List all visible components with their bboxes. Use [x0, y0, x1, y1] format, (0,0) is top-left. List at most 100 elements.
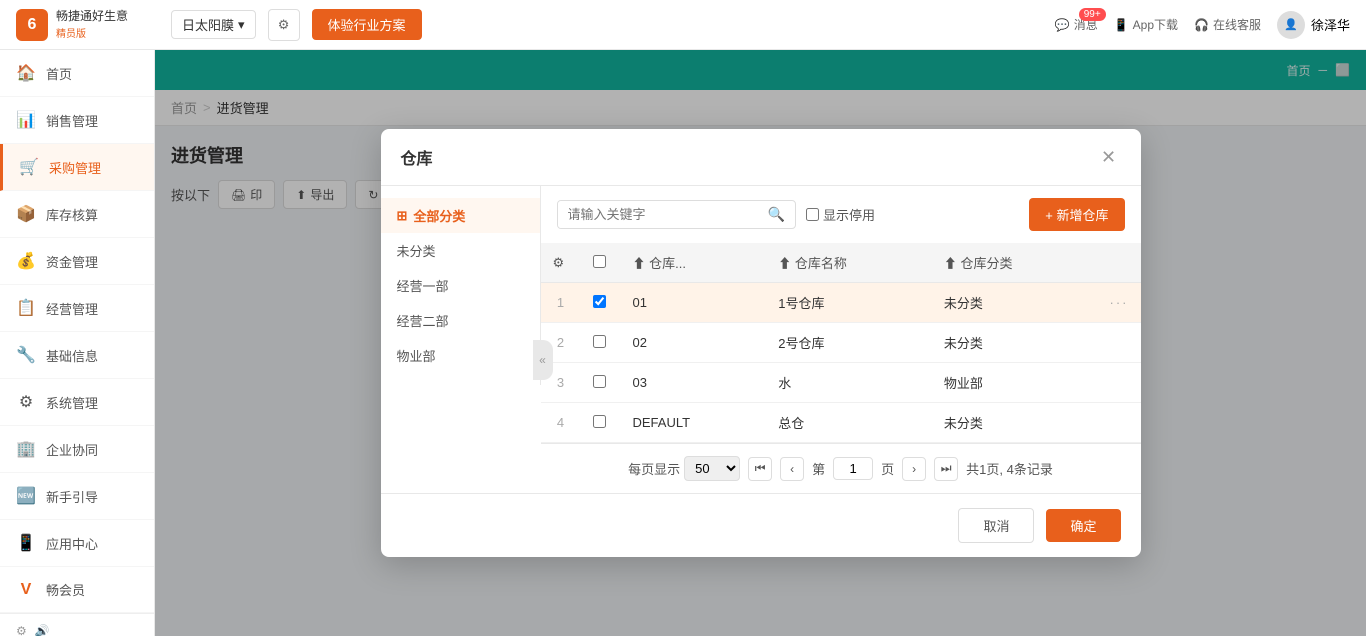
row-checkbox-cell [581, 403, 621, 443]
row-name: 总仓 [766, 403, 932, 443]
row-code: 02 [621, 323, 767, 363]
sidebar-item-enterprise[interactable]: 🏢 企业协同 [0, 426, 154, 473]
message-icon: 💬 [1055, 18, 1070, 32]
last-page-button[interactable]: ⏭ [934, 457, 958, 481]
avatar: 👤 [1277, 11, 1305, 39]
category-all[interactable]: ⊞ 全部分类 [381, 198, 540, 233]
logo-icon: 6 [16, 9, 48, 41]
messages-item[interactable]: 💬 消息 99+ [1055, 16, 1098, 33]
row-checkbox[interactable] [593, 295, 606, 308]
sidebar-item-guide[interactable]: 🆕 新手引导 [0, 473, 154, 520]
search-button[interactable]: 🔍 [758, 206, 795, 223]
row-more[interactable]: ··· [1098, 283, 1141, 323]
col-code-header: ⬆ 仓库... [621, 243, 767, 283]
category-property[interactable]: 物业部 [381, 338, 540, 373]
sidebar-item-inventory[interactable]: 📦 库存核算 [0, 191, 154, 238]
sidebar-label-appcenter: 应用中心 [46, 534, 98, 553]
app-name: 畅捷通好生意 [56, 9, 128, 25]
row-code: DEFAULT [621, 403, 767, 443]
pagination-row: 每页显示 50 10 20 100 ⏮ ‹ 第 [541, 443, 1141, 493]
sort-icon3: ⬆ [944, 256, 957, 271]
enterprise-icon: 🏢 [16, 439, 36, 459]
app-download-item[interactable]: 📱 App下载 [1114, 16, 1178, 33]
member-icon: V [16, 581, 36, 599]
table-row[interactable]: 3 03 水 物业部 [541, 363, 1141, 403]
select-all-checkbox[interactable] [593, 255, 606, 268]
modal-body: ⊞ 全部分类 未分类 经营一部 经营二部 [381, 186, 1141, 493]
sidebar-item-operations[interactable]: 📋 经营管理 [0, 285, 154, 332]
show-disabled-checkbox[interactable] [806, 208, 819, 221]
sidebar-item-member[interactable]: V 畅会员 [0, 567, 154, 613]
show-disabled-label[interactable]: 显示停用 [806, 205, 875, 224]
next-page-button[interactable]: › [902, 457, 926, 481]
page-input[interactable] [833, 457, 873, 480]
home-icon: 🏠 [16, 63, 36, 83]
settings-button[interactable]: ⚙ [268, 9, 300, 41]
row-category: 未分类 [932, 283, 1098, 323]
category-uncategorized[interactable]: 未分类 [381, 233, 540, 268]
finance-icon: 💰 [16, 251, 36, 271]
row-more[interactable] [1098, 363, 1141, 403]
sidebar-item-appcenter[interactable]: 📱 应用中心 [0, 520, 154, 567]
gear-icon: ⚙ [278, 17, 290, 33]
branch-selector[interactable]: 日太阳膜 ▾ [171, 10, 256, 39]
settings-bottom-icon: ⚙ [16, 624, 27, 636]
sidebar-item-home[interactable]: 🏠 首页 [0, 50, 154, 97]
sidebar-item-sales[interactable]: 📊 销售管理 [0, 97, 154, 144]
row-checkbox[interactable] [593, 375, 606, 388]
sales-icon: 📊 [16, 110, 36, 130]
user-area[interactable]: 👤 徐泽华 [1277, 11, 1350, 39]
sidebar-item-purchase[interactable]: 🛒 采购管理 [0, 144, 154, 191]
sidebar-item-system[interactable]: ⚙ 系统管理 [0, 379, 154, 426]
online-service-label: 在线客服 [1213, 16, 1261, 33]
messages-badge: 99+ [1079, 8, 1106, 21]
row-more[interactable] [1098, 323, 1141, 363]
row-code: 01 [621, 283, 767, 323]
table-row[interactable]: 4 DEFAULT 总仓 未分类 [541, 403, 1141, 443]
app-badge: 精员版 [56, 25, 128, 40]
first-page-button[interactable]: ⏮ [748, 457, 772, 481]
sidebar-item-basic[interactable]: 🔧 基础信息 [0, 332, 154, 379]
col-gear: ⚙ [541, 243, 581, 283]
collapse-panel-button[interactable]: « [533, 340, 553, 380]
phone-icon: 📱 [1114, 18, 1129, 32]
table-row[interactable]: 1 01 1号仓库 未分类 ··· [541, 283, 1141, 323]
modal-close-button[interactable]: ✕ [1097, 145, 1121, 169]
sidebar-item-finance[interactable]: 💰 资金管理 [0, 238, 154, 285]
trial-button[interactable]: 体验行业方案 [312, 9, 422, 40]
sidebar-bottom[interactable]: ⚙ 🔊 [0, 613, 154, 636]
prev-page-button[interactable]: ‹ [780, 457, 804, 481]
appcenter-icon: 📱 [16, 533, 36, 553]
row-checkbox[interactable] [593, 335, 606, 348]
guide-icon: 🆕 [16, 486, 36, 506]
search-input[interactable] [558, 201, 758, 228]
operations-icon: 📋 [16, 298, 36, 318]
category-dept2[interactable]: 经营二部 [381, 303, 540, 338]
page-label2: 页 [881, 459, 894, 478]
confirm-button[interactable]: 确定 [1046, 509, 1120, 542]
row-name: 1号仓库 [766, 283, 932, 323]
warehouse-modal: 仓库 ✕ ⊞ 全部分类 未分类 [381, 129, 1141, 557]
row-num: 4 [557, 415, 564, 430]
sidebar-label-guide: 新手引导 [46, 487, 98, 506]
speaker-icon: 🔊 [35, 624, 50, 636]
system-icon: ⚙ [16, 392, 36, 412]
row-checkbox[interactable] [593, 415, 606, 428]
row-category: 未分类 [932, 323, 1098, 363]
add-warehouse-button[interactable]: + 新增仓库 [1029, 198, 1124, 231]
inventory-icon: 📦 [16, 204, 36, 224]
cat-label-uncategorized: 未分类 [397, 244, 436, 259]
page-label: 第 [812, 459, 825, 478]
online-service-item[interactable]: 🎧 在线客服 [1194, 16, 1261, 33]
sidebar: 🏠 首页 📊 销售管理 🛒 采购管理 📦 库存核算 💰 资金管理 📋 经营管理 … [0, 50, 155, 636]
category-dept1[interactable]: 经营一部 [381, 268, 540, 303]
sidebar-label-home: 首页 [46, 64, 72, 83]
headset-icon: 🎧 [1194, 18, 1209, 32]
cat-label-dept1: 经营一部 [397, 279, 449, 294]
row-more[interactable] [1098, 403, 1141, 443]
content-area: 首页 ─ ⬜ 首页 > 进货管理 进货管理 按以下 🖨 印 ⬆ 导出 ↻ 刷新 [155, 50, 1366, 636]
col-category-header: ⬆ 仓库分类 [932, 243, 1098, 283]
per-page-dropdown[interactable]: 50 10 20 100 [684, 456, 740, 481]
table-row[interactable]: 2 02 2号仓库 未分类 [541, 323, 1141, 363]
cancel-button[interactable]: 取消 [958, 508, 1034, 543]
